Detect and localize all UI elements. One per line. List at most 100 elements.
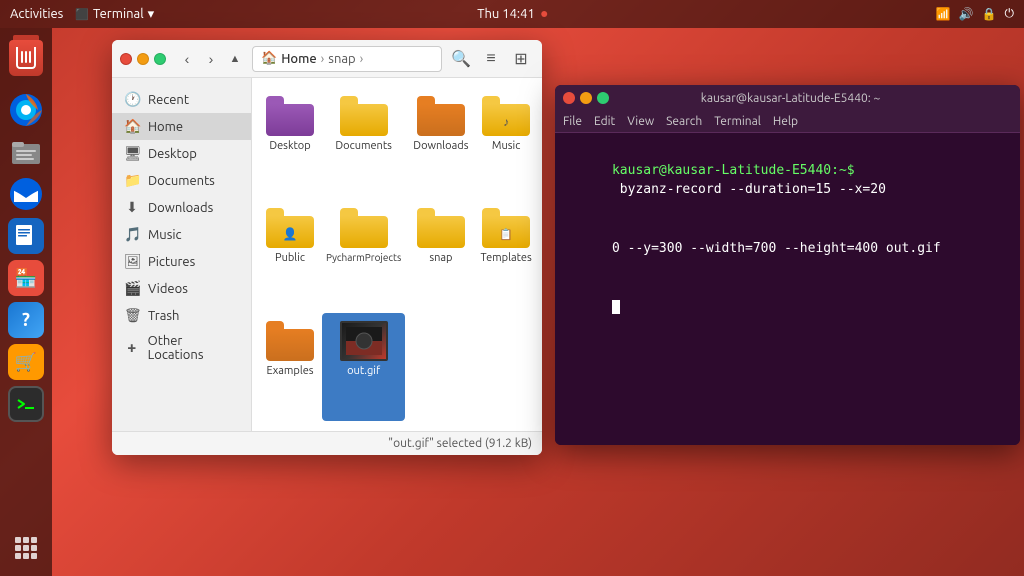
file-downloads-label: Downloads	[413, 140, 468, 152]
folder-pycharm-icon	[340, 208, 388, 248]
fm-nav-buttons: ‹ › ▲	[176, 48, 246, 70]
documents-icon: 📁	[124, 172, 140, 189]
sidebar-item-desktop[interactable]: 🖥 Desktop	[112, 140, 251, 167]
term-minimize-button[interactable]	[580, 92, 592, 104]
term-menu-help[interactable]: Help	[773, 115, 798, 128]
file-music[interactable]: ♪ Music	[476, 88, 535, 196]
fm-up-button[interactable]: ▲	[224, 48, 246, 70]
folder-downloads-icon	[417, 96, 465, 136]
dock-firefox[interactable]	[8, 92, 44, 128]
breadcrumb-separator: ›	[321, 52, 325, 66]
sidebar-item-other-locations-label: Other Locations	[148, 334, 239, 362]
term-maximize-button[interactable]	[597, 92, 609, 104]
music-icon: 🎵	[124, 226, 140, 243]
app-grid-button[interactable]	[8, 530, 44, 566]
dock-thunderbird[interactable]	[8, 176, 44, 212]
fm-search-button[interactable]: 🔍	[448, 46, 474, 72]
file-pycharm[interactable]: PycharmProjects	[322, 200, 405, 308]
fm-breadcrumb[interactable]: 🏠 Home › snap ›	[252, 46, 442, 72]
sidebar-item-videos[interactable]: 🎬 Videos	[112, 275, 251, 302]
folder-snap-icon	[417, 208, 465, 248]
add-location-icon: +	[124, 339, 140, 357]
sidebar-item-documents-label: Documents	[148, 174, 215, 188]
sidebar-item-other-locations[interactable]: + Other Locations	[112, 329, 251, 367]
file-desktop[interactable]: Desktop	[262, 88, 318, 196]
sidebar-item-pictures-label: Pictures	[148, 255, 195, 269]
terminal-indicator[interactable]: ⬛ Terminal ▾	[75, 7, 154, 22]
fm-titlebar: × − + ‹ › ▲ 🏠 Home › snap › 🔍 ≡ ⊞	[112, 40, 542, 78]
sidebar-item-recent[interactable]: 🕐 Recent	[112, 86, 251, 113]
activities-button[interactable]: Activities	[10, 7, 63, 21]
file-public[interactable]: 👤 Public	[262, 200, 318, 308]
file-desktop-label: Desktop	[269, 140, 310, 152]
dock: 🏪 ? 🛒	[0, 28, 52, 576]
desktop-icon: 🖥	[124, 145, 140, 162]
dock-files[interactable]	[8, 134, 44, 170]
term-close-button[interactable]	[563, 92, 575, 104]
file-snap-label: snap	[429, 252, 452, 264]
term-menu-terminal[interactable]: Terminal	[714, 115, 761, 128]
videos-icon: 🎬	[124, 280, 140, 297]
file-out-gif-label: out.gif	[347, 365, 380, 377]
fm-close-button[interactable]: ×	[120, 53, 132, 65]
term-body: kausar@kausar-Latitude-E5440:~$ byzanz-r…	[555, 133, 1020, 445]
term-menu-file[interactable]: File	[563, 115, 582, 128]
file-templates[interactable]: 📋 Templates	[476, 200, 535, 308]
file-snap[interactable]: snap	[409, 200, 472, 308]
term-menu-view[interactable]: View	[627, 115, 654, 128]
file-out-gif[interactable]: out.gif	[322, 313, 405, 421]
sidebar-item-documents[interactable]: 📁 Documents	[112, 167, 251, 194]
breadcrumb-sep2: ›	[360, 52, 364, 66]
file-examples[interactable]: Examples	[262, 313, 318, 421]
gif-preview-icon	[340, 321, 388, 361]
term-command-2: 0 --y=300 --width=700 --height=400 out.g…	[612, 241, 941, 256]
term-window-controls	[563, 92, 609, 104]
sidebar-item-home[interactable]: 🏠 Home	[112, 113, 251, 140]
fm-content: Desktop Documents Downloads	[252, 78, 542, 431]
terminal-icon-small: ⬛	[75, 8, 89, 21]
dock-help[interactable]: ?	[8, 302, 44, 338]
term-title: kausar@kausar-Latitude-E5440: ~	[609, 92, 972, 105]
folder-public-icon: 👤	[266, 208, 314, 248]
public-overlay-icon: 👤	[280, 224, 300, 244]
term-line-2: 0 --y=300 --width=700 --height=400 out.g…	[565, 219, 1010, 278]
fm-statusbar: "out.gif" selected (91.2 kB)	[112, 431, 542, 455]
templates-overlay-icon: 📋	[496, 224, 516, 244]
volume-icon: 🔊	[959, 7, 974, 21]
term-menu-edit[interactable]: Edit	[594, 115, 615, 128]
file-pictures[interactable]: 🖼 Pictures	[540, 88, 542, 196]
trash-icon: 🗑	[124, 307, 140, 324]
term-line-1: kausar@kausar-Latitude-E5440:~$ byzanz-r…	[565, 141, 1010, 219]
fm-view-options-button[interactable]: ≡	[478, 46, 504, 72]
sidebar-item-music[interactable]: 🎵 Music	[112, 221, 251, 248]
term-menu-search[interactable]: Search	[666, 115, 702, 128]
sidebar-item-trash[interactable]: 🗑 Trash	[112, 302, 251, 329]
sidebar-item-pictures[interactable]: 🖼 Pictures	[112, 248, 251, 275]
topbar: Activities ⬛ Terminal ▾ Thu 14:41 📶 🔊 🔒 …	[0, 0, 1024, 28]
fm-forward-button[interactable]: ›	[200, 48, 222, 70]
sidebar-item-recent-label: Recent	[148, 93, 189, 107]
term-titlebar: kausar@kausar-Latitude-E5440: ~	[555, 85, 1020, 111]
dock-terminal[interactable]	[8, 386, 44, 422]
home-breadcrumb-label[interactable]: Home	[281, 52, 316, 66]
dock-trash[interactable]	[8, 38, 44, 78]
dock-software-center[interactable]: 🏪	[8, 260, 44, 296]
dock-amazon[interactable]: 🛒	[8, 344, 44, 380]
fm-back-button[interactable]: ‹	[176, 48, 198, 70]
term-line-3	[565, 278, 1010, 337]
dock-writer[interactable]	[8, 218, 44, 254]
term-cursor	[612, 300, 620, 314]
fm-toolbar-right: 🔍 ≡ ⊞	[448, 46, 534, 72]
recent-icon: 🕐	[124, 91, 140, 108]
file-downloads[interactable]: Downloads	[409, 88, 472, 196]
file-documents[interactable]: Documents	[322, 88, 405, 196]
snap-breadcrumb[interactable]: snap	[328, 52, 355, 66]
file-videos[interactable]: ▶ Videos	[540, 200, 542, 308]
music-overlay-icon: ♪	[496, 112, 516, 132]
fm-maximize-button[interactable]: +	[154, 53, 166, 65]
topbar-clock[interactable]: Thu 14:41	[477, 7, 547, 21]
fm-grid-view-button[interactable]: ⊞	[508, 46, 534, 72]
sidebar-item-downloads[interactable]: ⬇ Downloads	[112, 194, 251, 221]
fm-body: 🕐 Recent 🏠 Home 🖥 Desktop 📁 Documents ⬇ …	[112, 78, 542, 431]
fm-minimize-button[interactable]: −	[137, 53, 149, 65]
